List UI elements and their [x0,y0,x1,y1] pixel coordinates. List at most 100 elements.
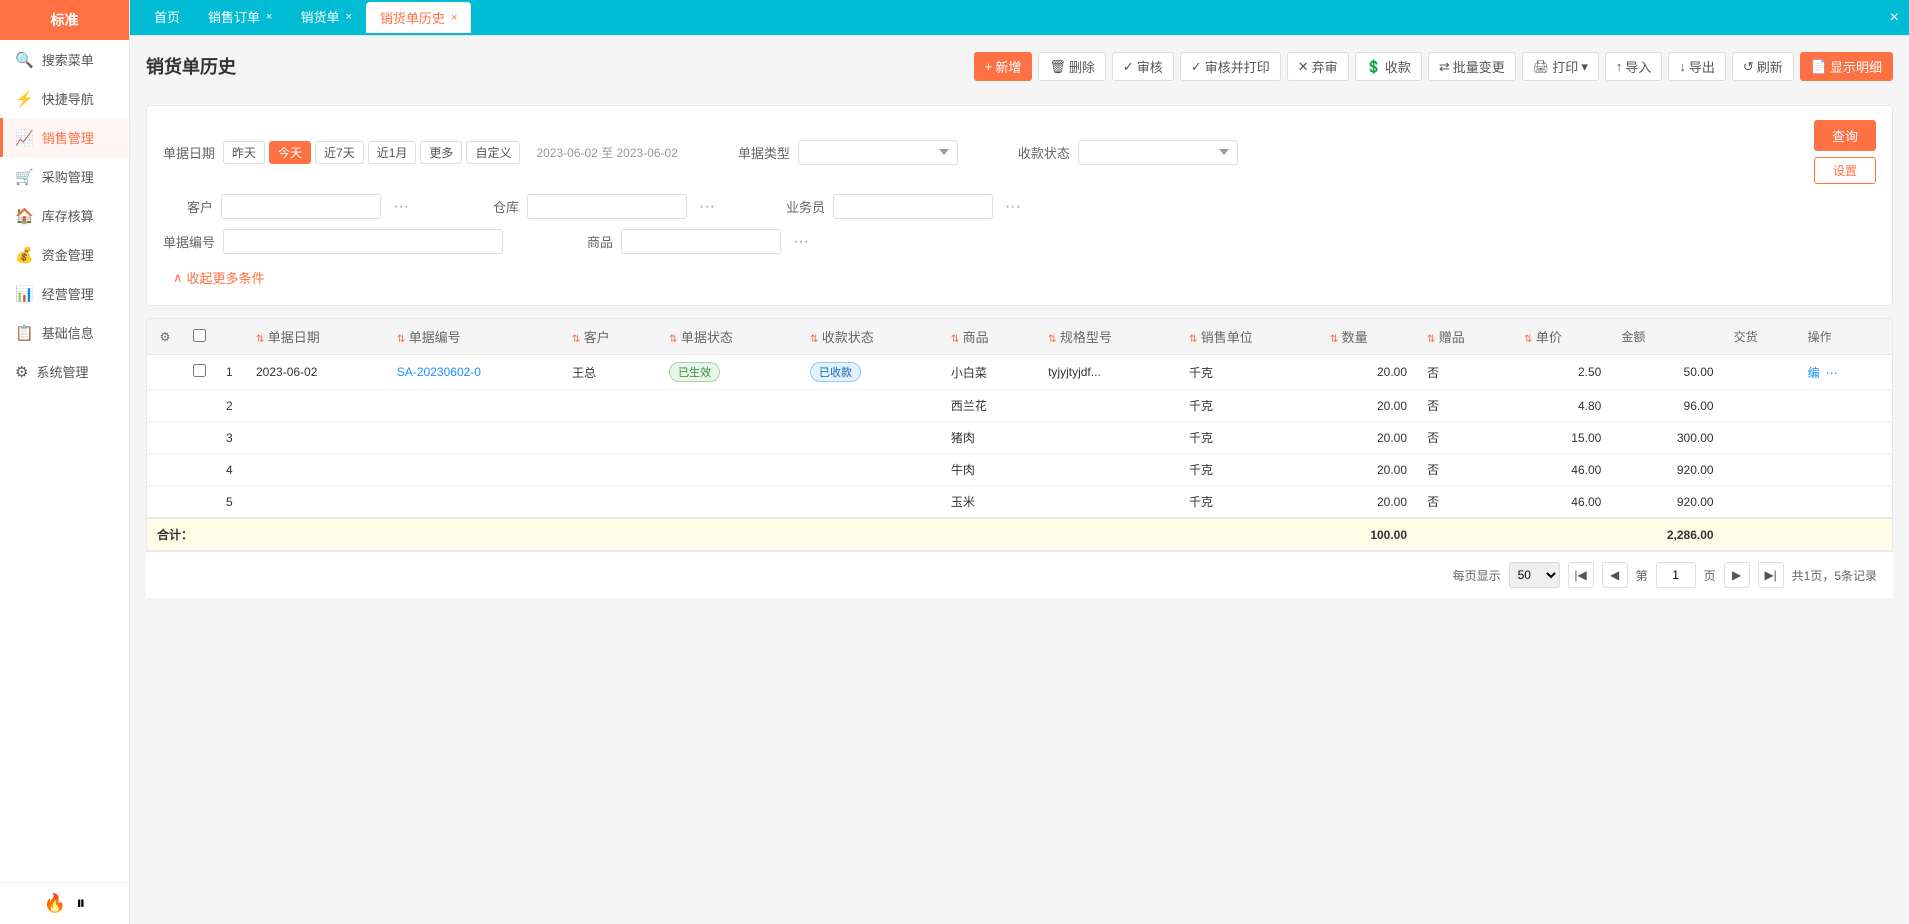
table-row: 5 玉米 千克 20.00 否 46.00 920.00 [147,486,1892,519]
col-settings[interactable]: ⚙ [147,319,183,355]
import-button[interactable]: ↑ 导入 [1605,52,1663,81]
customer-more-icon[interactable]: ··· [393,198,409,216]
abandon-button[interactable]: ✕ 弃审 [1287,52,1349,81]
col-collect-status[interactable]: ⇅ 收款状态 [800,319,941,355]
cell-settings [147,422,183,454]
cell-action [1798,486,1892,519]
cell-doc-date [246,486,387,519]
goods-more-icon[interactable]: ··· [793,233,809,251]
export-button[interactable]: ↓ 导出 [1668,52,1726,81]
content-area: 销货单历史 + 新增 🗑 删除 ✓ 审核 ✓ 审核并打印 [130,36,1909,924]
sidebar-item-quick-nav[interactable]: ⚡ 快捷导航 [0,79,129,118]
col-doc-no[interactable]: ⇅ 单据编号 [387,319,562,355]
warehouse-more-icon[interactable]: ··· [699,198,715,216]
tab-sales-order[interactable]: 销售订单 × [194,1,286,34]
sidebar-item-operations[interactable]: 📊 经营管理 [0,274,129,313]
cell-trade [1724,390,1798,422]
sidebar-item-purchase[interactable]: 🛒 采购管理 [0,157,129,196]
row-checkbox[interactable] [193,364,206,377]
customer-input[interactable] [221,194,381,219]
cell-doc-date: 2023-06-02 [246,355,387,390]
sidebar-item-base-info[interactable]: 📋 基础信息 [0,313,129,352]
check-print-icon: ✓ [1191,59,1202,75]
filter-warehouse: 仓库 ··· [469,194,715,219]
sidebar-logo: 标准 [0,0,129,40]
cell-amount: 50.00 [1611,355,1723,390]
page-number-input[interactable] [1656,562,1696,588]
date-btn-today[interactable]: 今天 [269,141,311,164]
col-goods[interactable]: ⇅ 商品 [941,319,1038,355]
abandon-icon: ✕ [1298,59,1309,75]
col-spec[interactable]: ⇅ 规格型号 [1038,319,1179,355]
sidebar-item-search[interactable]: 🔍 搜索菜单 [0,40,129,79]
date-btn-more[interactable]: 更多 [420,141,462,164]
add-button[interactable]: + 新增 [974,52,1033,81]
collect-status-select[interactable] [1078,140,1238,165]
table-row: 3 猪肉 千克 20.00 否 15.00 300.00 [147,422,1892,454]
query-button[interactable]: 查询 [1814,120,1876,151]
show-detail-button[interactable]: 📄 显示明细 [1800,52,1893,81]
cell-settings [147,355,183,390]
refresh-button[interactable]: ↺ 刷新 [1732,52,1794,81]
col-price[interactable]: ⇅ 单价 [1514,319,1611,355]
col-gift[interactable]: ⇅ 赠品 [1417,319,1514,355]
cell-qty: 20.00 [1320,390,1417,422]
goods-input[interactable] [621,229,781,254]
flash-icon: ⚡ [15,90,34,108]
page-prev-button[interactable]: ◀ [1602,562,1628,588]
collect-button[interactable]: 💲 收款 [1355,52,1422,81]
page-first-button[interactable]: |◀ [1568,562,1594,588]
window-close-icon[interactable]: × [1890,9,1899,27]
settings-button[interactable]: 设置 [1814,157,1876,184]
fire-icon[interactable]: 🔥 [44,893,66,914]
sort-icon: ⇅ [1330,334,1338,345]
doc-type-select[interactable] [798,140,958,165]
sort-icon: ⇅ [1048,334,1056,345]
cell-settings [147,390,183,422]
audit-button[interactable]: ✓ 审核 [1112,52,1174,81]
sales-rep-input[interactable] [833,194,993,219]
pause-icon[interactable]: ⏸ [76,893,85,914]
date-btn-yesterday[interactable]: 昨天 [223,141,265,164]
filter-date: 单据日期 昨天 今天 近7天 近1月 更多 自定义 2023-06-02 至 2… [163,141,678,164]
cell-trade [1724,454,1798,486]
collapse-button[interactable]: ∧ 收起更多条件 [163,264,1876,291]
batch-change-button[interactable]: ⇄ 批量变更 [1428,52,1516,81]
more-action-button[interactable]: ⋯ [1826,366,1838,380]
date-btn-custom[interactable]: 自定义 [466,141,520,164]
cell-amount: 920.00 [1611,486,1723,519]
col-doc-date[interactable]: ⇅ 单据日期 [246,319,387,355]
sidebar-item-label: 搜索菜单 [42,50,94,69]
page-last-button[interactable]: ▶| [1758,562,1784,588]
sidebar-item-inventory[interactable]: 🏠 库存核算 [0,196,129,235]
warehouse-input[interactable] [527,194,687,219]
col-unit[interactable]: ⇅ 销售单位 [1179,319,1320,355]
audit-print-button[interactable]: ✓ 审核并打印 [1180,52,1281,81]
doc-number-input[interactable] [223,229,503,254]
col-row-no [216,319,246,355]
tab-close-icon[interactable]: × [345,11,351,23]
cell-unit: 千克 [1179,422,1320,454]
sidebar-item-sales[interactable]: 📈 销售管理 [0,118,129,157]
page-size-select[interactable]: 50 10 20 100 [1509,562,1560,588]
col-customer[interactable]: ⇅ 客户 [562,319,659,355]
print-button[interactable]: 🖨 打印 ▾ [1522,52,1599,81]
sidebar-item-finance[interactable]: 💰 资金管理 [0,235,129,274]
sort-icon: ⇅ [397,334,405,345]
date-btn-7days[interactable]: 近7天 [315,141,364,164]
tab-sales-history[interactable]: 销货单历史 × [366,2,471,33]
tab-close-icon[interactable]: × [266,11,272,23]
sidebar-item-system[interactable]: ⚙ 系统管理 [0,352,129,391]
tab-sales-delivery[interactable]: 销货单 × [286,1,365,34]
tab-close-icon[interactable]: × [451,12,457,24]
col-doc-status[interactable]: ⇅ 单据状态 [659,319,800,355]
col-qty[interactable]: ⇅ 数量 [1320,319,1417,355]
page-next-button[interactable]: ▶ [1724,562,1750,588]
tab-home[interactable]: 首页 [140,1,194,34]
select-all-checkbox[interactable] [193,329,206,342]
delete-button[interactable]: 🗑 删除 [1038,52,1106,81]
cell-gift: 否 [1417,355,1514,390]
sales-rep-more-icon[interactable]: ··· [1005,198,1021,216]
edit-action-button[interactable]: 编 [1808,366,1820,380]
date-btn-1month[interactable]: 近1月 [368,141,417,164]
